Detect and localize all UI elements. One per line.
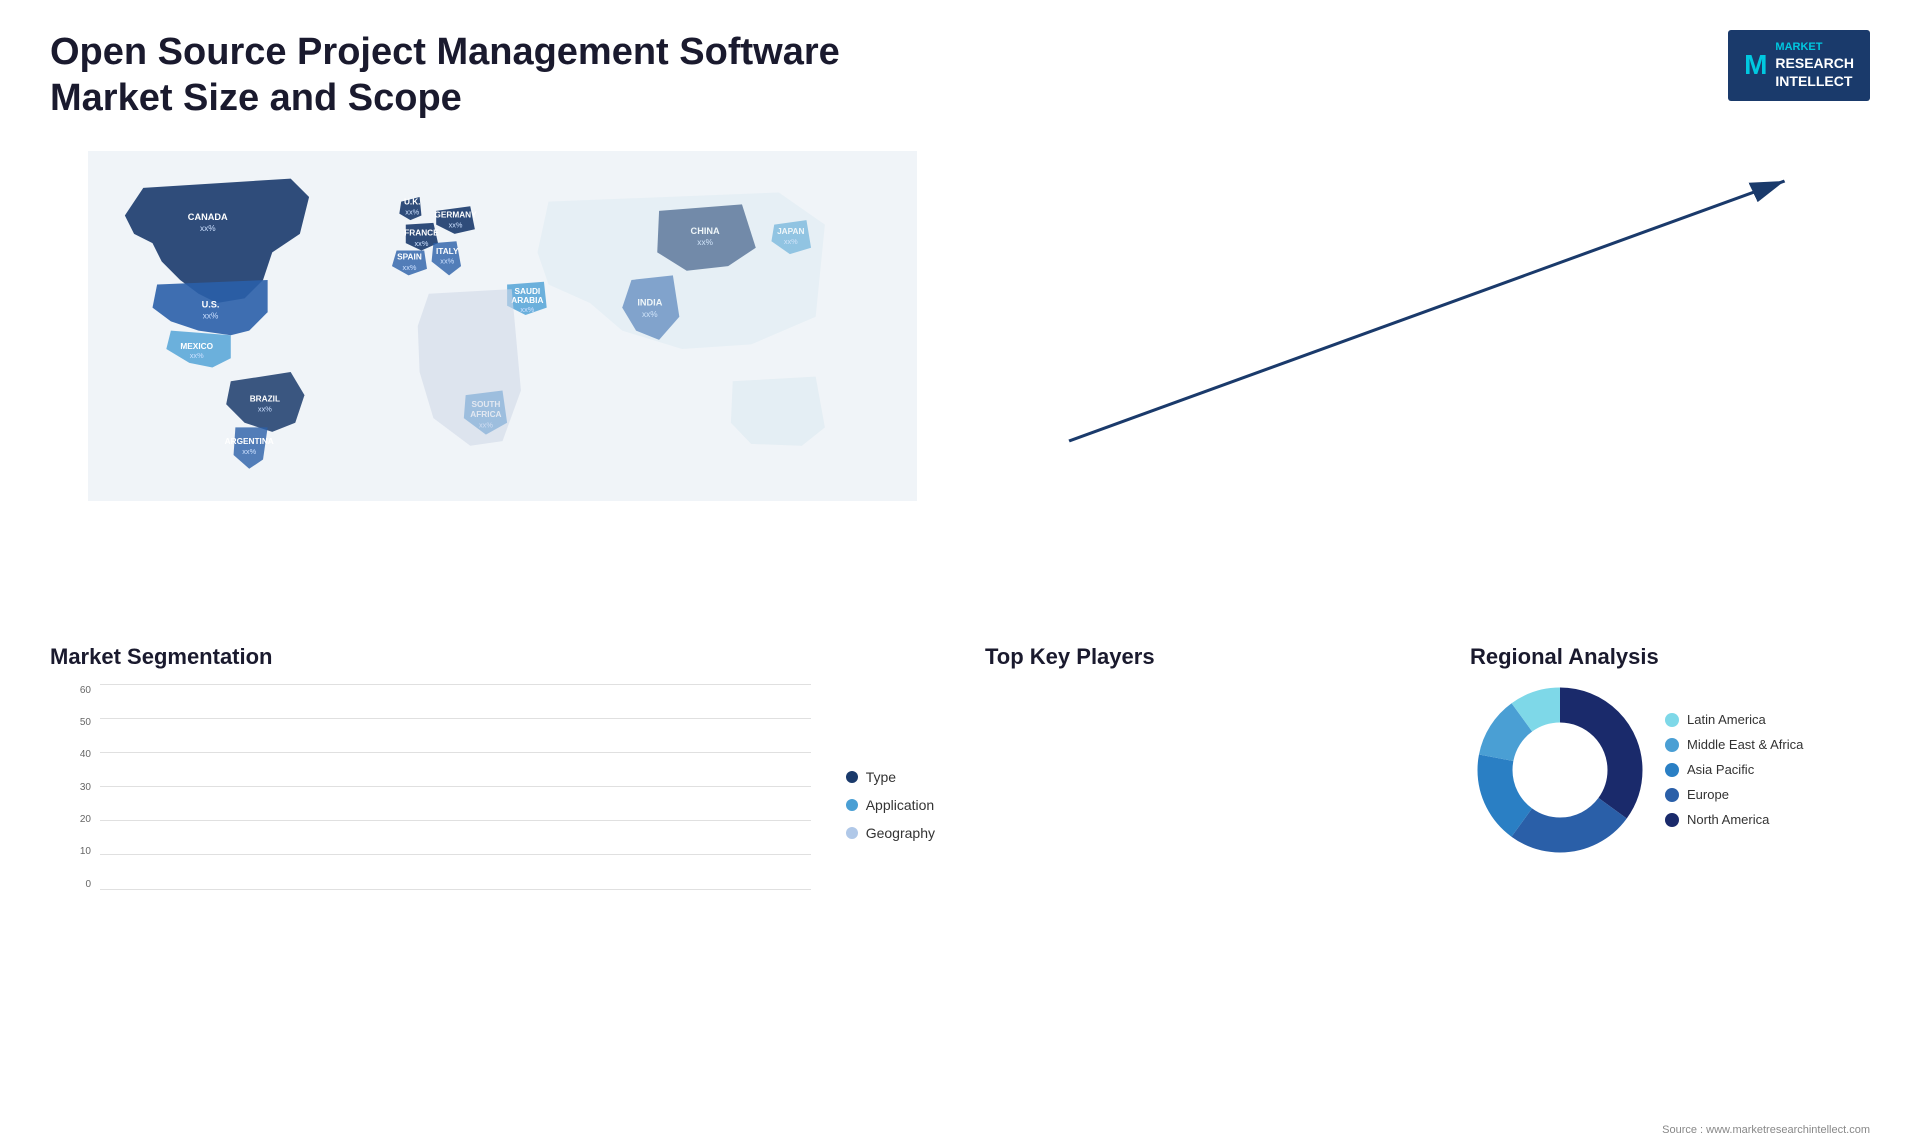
legend-geo-label: Geography — [866, 825, 935, 841]
svg-text:SPAIN: SPAIN — [397, 253, 422, 262]
svg-text:xx%: xx% — [414, 239, 428, 248]
svg-text:GERMANY: GERMANY — [434, 211, 477, 220]
seg-y-60: 60 — [60, 685, 91, 696]
reg-europe-dot — [1665, 788, 1679, 802]
svg-text:MEXICO: MEXICO — [180, 342, 213, 351]
key-players-title: Top Key Players — [985, 644, 1450, 670]
seg-y-10: 10 — [60, 846, 91, 857]
reg-mea: Middle East & Africa — [1665, 737, 1803, 752]
seg-y-0: 0 — [60, 879, 91, 890]
reg-mea-dot — [1665, 738, 1679, 752]
seg-y-30: 30 — [60, 782, 91, 793]
svg-text:ITALY: ITALY — [436, 247, 459, 256]
logo-text: MARKET RESEARCH INTELLECT — [1775, 40, 1854, 91]
logo-line2: RESEARCH — [1775, 54, 1854, 72]
svg-text:xx%: xx% — [405, 208, 419, 217]
header: Open Source Project Management Software … — [50, 30, 1870, 131]
reg-northam: North America — [1665, 812, 1803, 827]
svg-text:xx%: xx% — [200, 224, 216, 233]
svg-text:U.S.: U.S. — [202, 300, 220, 310]
reg-northam-dot — [1665, 813, 1679, 827]
page-container: Open Source Project Management Software … — [0, 0, 1920, 1146]
segmentation-section: Market Segmentation 0 10 20 30 40 50 60 — [50, 634, 955, 1116]
world-map: CANADA xx% U.S. xx% MEXICO xx% BRAZIL xx… — [50, 151, 955, 501]
bottom-right: Top Key Players Regional Analysis — [965, 634, 1870, 1116]
svg-text:U.K.: U.K. — [404, 198, 421, 207]
key-players-section: Top Key Players — [985, 644, 1450, 1106]
seg-y-20: 20 — [60, 814, 91, 825]
reg-apac: Asia Pacific — [1665, 762, 1803, 777]
reg-northam-label: North America — [1687, 812, 1769, 827]
legend-application: Application — [846, 797, 935, 813]
reg-latin-dot — [1665, 713, 1679, 727]
legend-geography: Geography — [846, 825, 935, 841]
svg-text:SAUDI: SAUDI — [515, 287, 541, 296]
svg-text:xx%: xx% — [440, 257, 454, 266]
svg-text:xx%: xx% — [203, 312, 219, 321]
regional-analysis-section: Regional Analysis — [1450, 644, 1870, 1106]
reg-apac-label: Asia Pacific — [1687, 762, 1754, 777]
legend-type: Type — [846, 769, 935, 785]
regional-title: Regional Analysis — [1470, 644, 1870, 670]
reg-europe-label: Europe — [1687, 787, 1729, 802]
donut-chart — [1470, 680, 1650, 860]
svg-text:FRANCE: FRANCE — [404, 229, 439, 238]
logo-area: M MARKET RESEARCH INTELLECT — [1728, 30, 1870, 101]
logo-box: M MARKET RESEARCH INTELLECT — [1728, 30, 1870, 101]
seg-legend: Type Application Geography — [836, 685, 945, 925]
legend-geo-dot — [846, 827, 858, 839]
svg-text:BRAZIL: BRAZIL — [250, 395, 280, 404]
svg-text:ARGENTINA: ARGENTINA — [225, 437, 274, 446]
reg-mea-label: Middle East & Africa — [1687, 737, 1803, 752]
reg-latin: Latin America — [1665, 712, 1803, 727]
svg-text:xx%: xx% — [190, 351, 204, 360]
svg-text:xx%: xx% — [449, 221, 463, 230]
reg-apac-dot — [1665, 763, 1679, 777]
svg-text:xx%: xx% — [242, 447, 256, 456]
reg-europe: Europe — [1665, 787, 1803, 802]
logo-line1: MARKET — [1775, 40, 1854, 54]
chart-section — [965, 141, 1870, 623]
legend-type-dot — [846, 771, 858, 783]
regional-legend: Latin America Middle East & Africa Asia … — [1665, 712, 1803, 827]
svg-text:xx%: xx% — [403, 263, 417, 272]
svg-text:CANADA: CANADA — [188, 212, 228, 222]
seg-y-40: 40 — [60, 749, 91, 760]
svg-text:ARABIA: ARABIA — [511, 296, 543, 305]
svg-text:xx%: xx% — [520, 305, 534, 314]
page-title: Open Source Project Management Software … — [50, 30, 850, 121]
logo-line3: INTELLECT — [1775, 72, 1854, 90]
legend-app-label: Application — [866, 797, 935, 813]
seg-y-50: 50 — [60, 717, 91, 728]
segmentation-title: Market Segmentation — [50, 644, 955, 670]
reg-latin-label: Latin America — [1687, 712, 1766, 727]
source-text: Source : www.marketresearchintellect.com — [1662, 1124, 1870, 1136]
legend-type-label: Type — [866, 769, 896, 785]
svg-text:xx%: xx% — [258, 405, 272, 414]
legend-app-dot — [846, 799, 858, 811]
map-section: CANADA xx% U.S. xx% MEXICO xx% BRAZIL xx… — [50, 141, 955, 623]
logo-letter: M — [1744, 47, 1767, 83]
